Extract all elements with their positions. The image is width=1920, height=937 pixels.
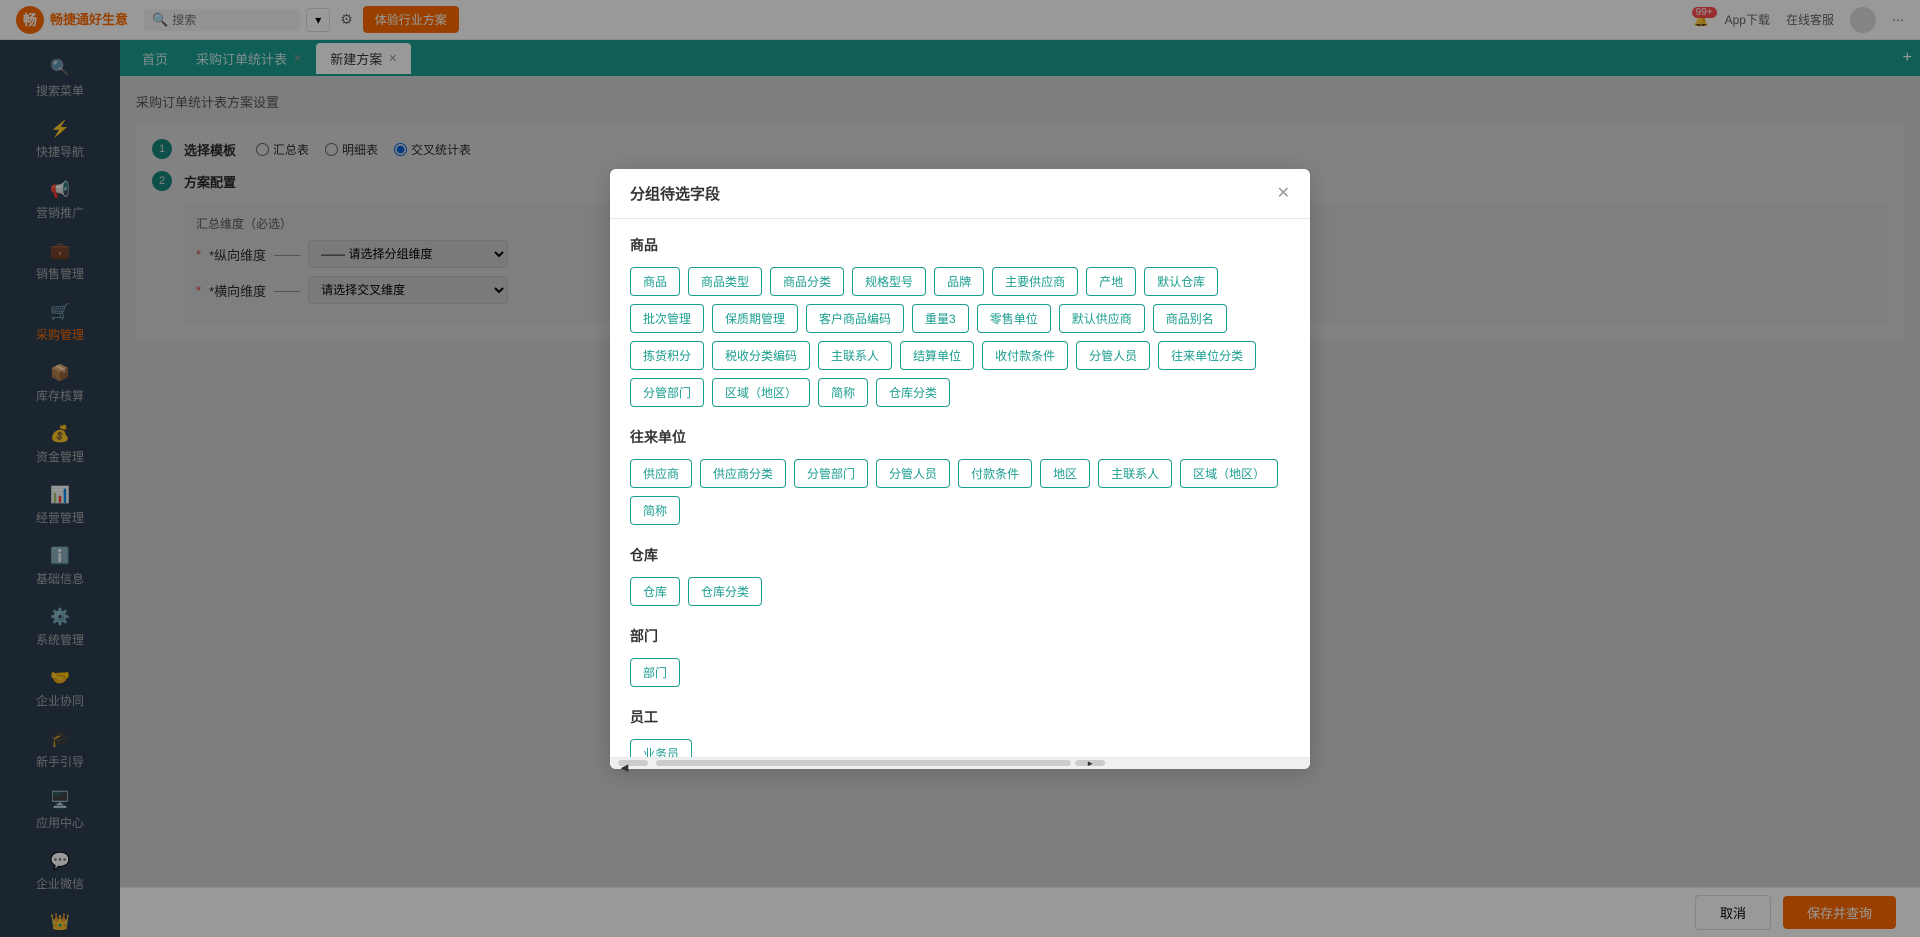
field-grid: 供应商供应商分类分管部门分管人员付款条件地区主联系人区域（地区） 简称 <box>630 459 1290 525</box>
field-tag[interactable]: 部门 <box>630 658 680 687</box>
field-section-仓库: 仓库仓库仓库分类 <box>630 545 1290 606</box>
modal-header: 分组待选字段 ✕ <box>610 169 1310 219</box>
scrollbar-thumb-h[interactable] <box>656 760 1071 766</box>
field-tag[interactable]: 主联系人 <box>818 341 892 370</box>
field-tag[interactable]: 付款条件 <box>958 459 1032 488</box>
field-grid: 商品商品类型商品分类规格型号品牌主要供应商产地默认仓库批次管理保质期管理客户商品… <box>630 267 1290 407</box>
field-section-往来单位: 往来单位供应商供应商分类分管部门分管人员付款条件地区主联系人区域（地区） 简称 <box>630 427 1290 525</box>
field-grid: 部门 <box>630 658 1290 687</box>
field-tag[interactable]: 仓库 <box>630 577 680 606</box>
field-section-部门: 部门部门 <box>630 626 1290 687</box>
field-tag[interactable]: 客户商品编码 <box>806 304 904 333</box>
field-tag[interactable]: 区域（地区） <box>1180 459 1278 488</box>
field-tag[interactable]: 仓库分类 <box>688 577 762 606</box>
field-section-title: 部门 <box>630 626 1290 646</box>
field-grid: 业务员 <box>630 739 1290 757</box>
field-tag[interactable]: 业务员 <box>630 739 692 757</box>
field-tag[interactable]: 分管部门 <box>794 459 868 488</box>
field-tag[interactable]: 分管部门 <box>630 378 704 407</box>
field-tag[interactable]: 重量3 <box>912 304 969 333</box>
field-tag[interactable]: 简称 <box>630 496 680 525</box>
modal-body: 商品商品商品类型商品分类规格型号品牌主要供应商产地默认仓库批次管理保质期管理客户… <box>610 219 1310 757</box>
field-tag[interactable]: 简称 <box>818 378 868 407</box>
field-tag[interactable]: 保质期管理 <box>712 304 798 333</box>
field-section-title: 员工 <box>630 707 1290 727</box>
field-section-title: 往来单位 <box>630 427 1290 447</box>
modal-horizontal-scrollbar[interactable]: ◄ ► <box>610 757 1310 769</box>
field-tag[interactable]: 税收分类编码 <box>712 341 810 370</box>
field-tag[interactable]: 规格型号 <box>852 267 926 296</box>
field-section-商品: 商品商品商品类型商品分类规格型号品牌主要供应商产地默认仓库批次管理保质期管理客户… <box>630 235 1290 407</box>
field-grid: 仓库仓库分类 <box>630 577 1290 606</box>
field-tag[interactable]: 默认供应商 <box>1059 304 1145 333</box>
field-tag[interactable]: 主联系人 <box>1098 459 1172 488</box>
field-tag[interactable]: 供应商分类 <box>700 459 786 488</box>
field-tag[interactable]: 默认仓库 <box>1144 267 1218 296</box>
field-tag[interactable]: 商品别名 <box>1153 304 1227 333</box>
field-tag[interactable]: 零售单位 <box>977 304 1051 333</box>
field-tag[interactable]: 拣货积分 <box>630 341 704 370</box>
field-tag[interactable]: 供应商 <box>630 459 692 488</box>
field-tag[interactable]: 商品分类 <box>770 267 844 296</box>
field-section-title: 仓库 <box>630 545 1290 565</box>
modal: 分组待选字段 ✕ 商品商品商品类型商品分类规格型号品牌主要供应商产地默认仓库批次… <box>610 169 1310 769</box>
modal-overlay: 分组待选字段 ✕ 商品商品商品类型商品分类规格型号品牌主要供应商产地默认仓库批次… <box>0 0 1920 937</box>
field-tag[interactable]: 区域（地区） <box>712 378 810 407</box>
field-tag[interactable]: 批次管理 <box>630 304 704 333</box>
field-tag[interactable]: 品牌 <box>934 267 984 296</box>
field-section-title: 商品 <box>630 235 1290 255</box>
field-tag[interactable]: 仓库分类 <box>876 378 950 407</box>
scrollbar-right-arrow: ► <box>1075 760 1105 766</box>
field-tag[interactable]: 分管人员 <box>1076 341 1150 370</box>
field-tag[interactable]: 分管人员 <box>876 459 950 488</box>
field-tag[interactable]: 主要供应商 <box>992 267 1078 296</box>
modal-close-button[interactable]: ✕ <box>1277 183 1290 203</box>
scrollbar-left-arrow: ◄ <box>618 760 648 766</box>
modal-title: 分组待选字段 <box>630 183 720 204</box>
field-tag[interactable]: 结算单位 <box>900 341 974 370</box>
field-tag[interactable]: 产地 <box>1086 267 1136 296</box>
field-tag[interactable]: 收付款条件 <box>982 341 1068 370</box>
field-tag[interactable]: 地区 <box>1040 459 1090 488</box>
field-section-员工: 员工业务员 <box>630 707 1290 757</box>
field-tag[interactable]: 商品类型 <box>688 267 762 296</box>
field-tag[interactable]: 往来单位分类 <box>1158 341 1256 370</box>
field-tag[interactable]: 商品 <box>630 267 680 296</box>
